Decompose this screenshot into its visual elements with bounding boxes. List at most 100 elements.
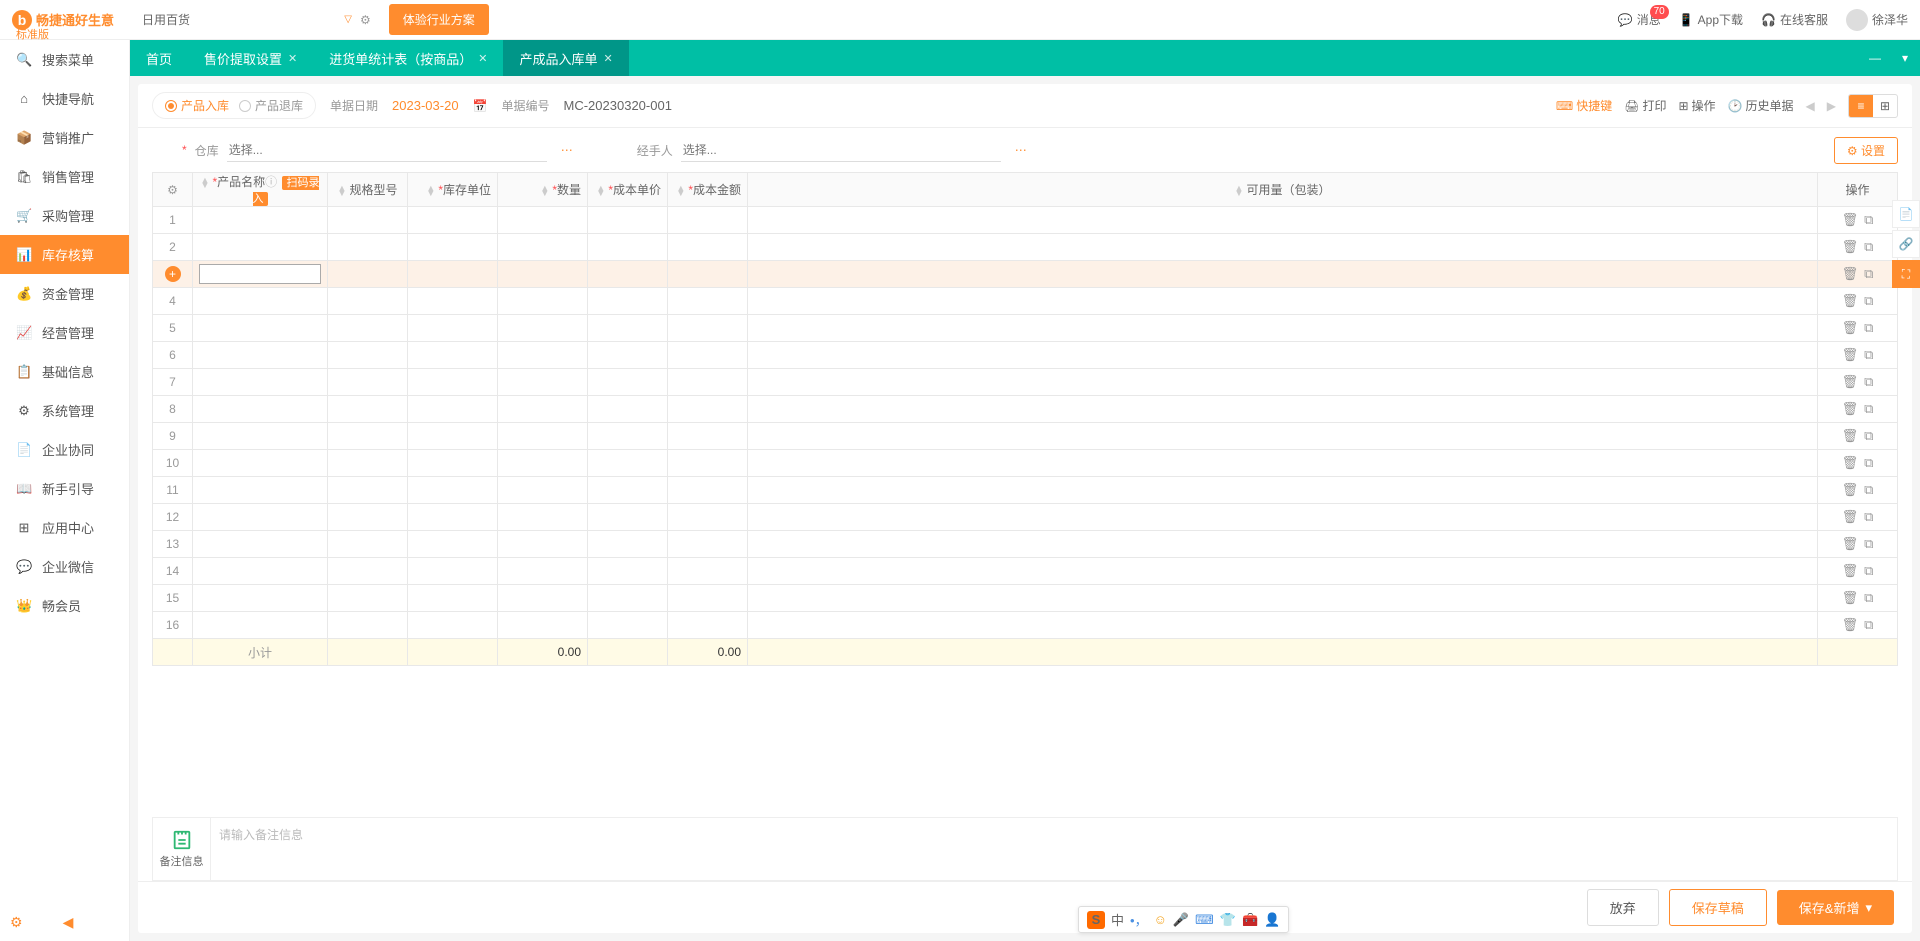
close-icon[interactable]: ✕ — [478, 52, 487, 65]
copy-row-icon[interactable]: ⧉ — [1864, 617, 1873, 632]
industry-plan-button[interactable]: 体验行业方案 — [389, 4, 489, 35]
copy-row-icon[interactable]: ⧉ — [1864, 266, 1873, 281]
ime-mic-icon[interactable]: 🎤 — [1173, 912, 1189, 928]
sidebar-item-11[interactable]: 📖新手引导 — [0, 469, 129, 508]
table-row[interactable]: 15🗑⧉ — [153, 585, 1898, 612]
table-row[interactable]: 9🗑⧉ — [153, 423, 1898, 450]
delete-row-icon[interactable]: 🗑 — [1842, 455, 1859, 470]
float-expand-button[interactable]: ⛶ — [1892, 260, 1920, 288]
table-row[interactable]: 2🗑⧉ — [153, 234, 1898, 261]
table-row[interactable]: 16🗑⧉ — [153, 612, 1898, 639]
col-product-name[interactable]: ▲▼*产品名称ⓘ 扫码录入 — [193, 173, 328, 207]
add-row-icon[interactable]: + — [165, 266, 181, 282]
sidebar-item-14[interactable]: 👑畅会员 — [0, 586, 129, 625]
sidebar-item-0[interactable]: 🔍搜索菜单 — [0, 40, 129, 79]
app-download-button[interactable]: 📱 App下载 — [1679, 11, 1743, 28]
table-row[interactable]: 14🗑⧉ — [153, 558, 1898, 585]
sidebar-item-3[interactable]: 🛍销售管理 — [0, 157, 129, 196]
ime-lang[interactable]: 中 — [1111, 910, 1124, 929]
copy-row-icon[interactable]: ⧉ — [1864, 536, 1873, 551]
col-unit[interactable]: ▲▼*库存单位 — [408, 173, 498, 207]
col-price[interactable]: ▲▼*成本单价 — [588, 173, 668, 207]
org-gear-icon[interactable]: ⚙ — [360, 13, 371, 27]
save-draft-button[interactable]: 保存草稿 — [1669, 889, 1767, 926]
table-row[interactable]: 7🗑⧉ — [153, 369, 1898, 396]
delete-row-icon[interactable]: 🗑 — [1842, 482, 1859, 497]
sidebar-item-8[interactable]: 📋基础信息 — [0, 352, 129, 391]
copy-row-icon[interactable]: ⧉ — [1864, 239, 1873, 254]
delete-row-icon[interactable]: 🗑 — [1842, 509, 1859, 524]
settings-button[interactable]: ⚙ 设置 — [1834, 137, 1898, 164]
prev-button[interactable]: ◀ — [1806, 99, 1815, 113]
col-qty[interactable]: ▲▼*数量 — [498, 173, 588, 207]
tab-menu-button[interactable]: ▾ — [1890, 40, 1920, 76]
discard-button[interactable]: 放弃 — [1587, 889, 1659, 926]
delete-row-icon[interactable]: 🗑 — [1842, 536, 1859, 551]
sidebar-item-12[interactable]: ⊞应用中心 — [0, 508, 129, 547]
table-row[interactable]: +🗑⧉ — [153, 261, 1898, 288]
view-list-button[interactable]: ≡ — [1849, 95, 1873, 117]
history-link[interactable]: 🕑历史单据 — [1728, 97, 1794, 114]
table-row[interactable]: 5🗑⧉ — [153, 315, 1898, 342]
copy-row-icon[interactable]: ⧉ — [1864, 509, 1873, 524]
warehouse-picker-icon[interactable]: ⋯ — [561, 143, 575, 157]
copy-row-icon[interactable]: ⧉ — [1864, 563, 1873, 578]
copy-row-icon[interactable]: ⧉ — [1864, 401, 1873, 416]
ime-emoji-icon[interactable]: ☺ — [1154, 912, 1167, 927]
delete-row-icon[interactable]: 🗑 — [1842, 347, 1859, 362]
table-row[interactable]: 1🗑⧉ — [153, 207, 1898, 234]
support-button[interactable]: 🎧 在线客服 — [1761, 11, 1828, 28]
ime-keyboard-icon[interactable]: ⌨ — [1195, 912, 1214, 928]
delete-row-icon[interactable]: 🗑 — [1842, 320, 1859, 335]
delete-row-icon[interactable]: 🗑 — [1842, 428, 1859, 443]
col-spec[interactable]: ▲▼规格型号 — [328, 173, 408, 207]
next-button[interactable]: ▶ — [1827, 99, 1836, 113]
calendar-icon[interactable]: 📅 — [473, 99, 488, 113]
close-icon[interactable]: ✕ — [604, 52, 613, 65]
sidebar-collapse-icon[interactable]: ◀ — [63, 914, 74, 931]
table-row[interactable]: 11🗑⧉ — [153, 477, 1898, 504]
tab-2[interactable]: 进货单统计表（按商品）✕ — [313, 40, 503, 76]
sidebar-item-9[interactable]: ⚙系统管理 — [0, 391, 129, 430]
sidebar-item-4[interactable]: 🛒采购管理 — [0, 196, 129, 235]
print-link[interactable]: 🖨打印 — [1624, 97, 1666, 114]
product-name-input[interactable] — [199, 264, 321, 284]
sidebar-item-1[interactable]: ⌂快捷导航 — [0, 79, 129, 118]
tab-minimize-button[interactable]: — — [1860, 40, 1890, 76]
table-row[interactable]: 10🗑⧉ — [153, 450, 1898, 477]
user-menu[interactable]: 徐泽华 — [1846, 9, 1908, 31]
remarks-input[interactable] — [211, 818, 1897, 880]
col-settings[interactable]: ⚙ — [153, 173, 193, 207]
sidebar-item-13[interactable]: 💬企业微信 — [0, 547, 129, 586]
operation-link[interactable]: ⊞操作 — [1678, 97, 1715, 114]
sidebar-item-7[interactable]: 📈经营管理 — [0, 313, 129, 352]
table-row[interactable]: 6🗑⧉ — [153, 342, 1898, 369]
handler-picker-icon[interactable]: ⋯ — [1015, 143, 1029, 157]
delete-row-icon[interactable]: 🗑 — [1842, 401, 1859, 416]
ime-toolbox-icon[interactable]: 🧰 — [1242, 912, 1258, 928]
ime-skin-icon[interactable]: 👕 — [1220, 912, 1236, 928]
delete-row-icon[interactable]: 🗑 — [1842, 293, 1859, 308]
date-value[interactable]: 2023-03-20 — [392, 98, 459, 113]
table-row[interactable]: 8🗑⧉ — [153, 396, 1898, 423]
messages-button[interactable]: 💬 消息 70 — [1618, 11, 1661, 28]
org-selector[interactable]: 日用百货 ▽ — [142, 11, 352, 28]
ime-punct-icon[interactable]: •， — [1130, 910, 1148, 929]
radio-product-in[interactable]: 产品入库 — [165, 97, 229, 114]
tab-3[interactable]: 产成品入库单✕ — [503, 40, 628, 76]
sidebar-item-5[interactable]: 📊库存核算 — [0, 235, 129, 274]
delete-row-icon[interactable]: 🗑 — [1842, 374, 1859, 389]
sidebar-item-10[interactable]: 📄企业协同 — [0, 430, 129, 469]
handler-input[interactable] — [681, 139, 1001, 162]
delete-row-icon[interactable]: 🗑 — [1842, 617, 1859, 632]
copy-row-icon[interactable]: ⧉ — [1864, 293, 1873, 308]
ime-user-icon[interactable]: 👤 — [1264, 912, 1280, 928]
table-row[interactable]: 4🗑⧉ — [153, 288, 1898, 315]
col-available[interactable]: ▲▼可用量（包装） — [748, 173, 1818, 207]
float-note-button[interactable]: 📄 — [1892, 200, 1920, 228]
warehouse-input[interactable] — [227, 139, 547, 162]
tab-0[interactable]: 首页 — [130, 40, 188, 76]
copy-row-icon[interactable]: ⧉ — [1864, 374, 1873, 389]
sidebar-item-2[interactable]: 📦营销推广 — [0, 118, 129, 157]
view-card-button[interactable]: ⊞ — [1873, 95, 1897, 117]
